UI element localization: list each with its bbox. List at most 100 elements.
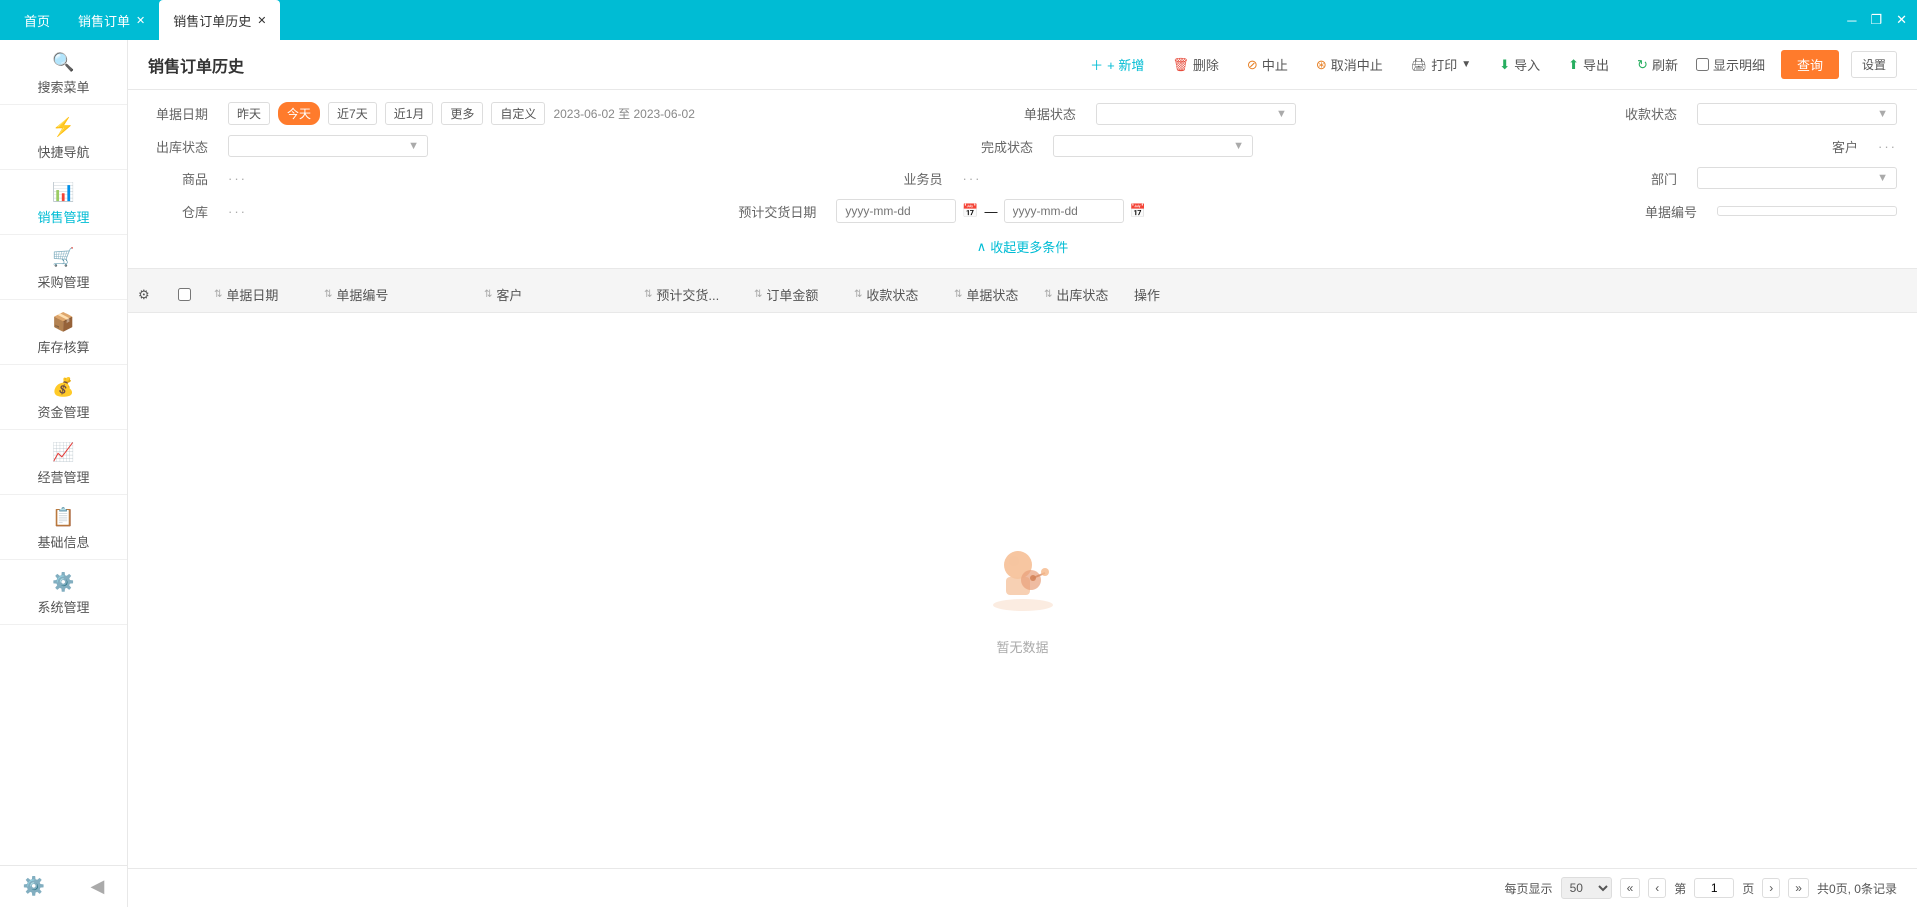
page-size-label: 每页显示 [1505,880,1553,897]
sidebar-item-inventory[interactable]: 📦 库存核算 [0,300,127,365]
print-button[interactable]: 🖨 打印 ▼ [1401,50,1481,79]
calendar-from-icon[interactable]: 📅 [962,203,978,219]
stock-out-select[interactable]: ▼ [228,135,428,157]
cancel-stop-button[interactable]: ⊛ 取消中止 [1306,50,1393,79]
payment-status-select[interactable]: ▼ [1697,103,1897,125]
sort-icon-order-no: ⇅ [324,289,332,300]
delivery-date-from[interactable] [836,199,956,223]
customer-dots[interactable]: ··· [1878,139,1897,154]
query-button[interactable]: 查询 [1781,50,1839,79]
select-all-checkbox[interactable] [178,288,191,301]
close-tab-sales-order[interactable]: ✕ [136,14,145,27]
sidebar-item-quick-nav[interactable]: ⚡ 快捷导航 [0,105,127,170]
order-status-select[interactable]: ▼ [1096,103,1296,125]
th-op: 操作 [1134,285,1907,304]
empty-text: 暂无数据 [996,637,1048,656]
sidebar-item-system[interactable]: ⚙️ 系统管理 [0,560,127,625]
empty-illustration [973,525,1073,625]
purchase-icon: 🛒 [52,247,74,268]
date-btn-more[interactable]: 更多 [441,102,483,125]
th-stock[interactable]: ⇅ 出库状态 [1044,285,1134,304]
th-settings[interactable]: ⚙ [138,287,178,303]
close-tab-sales-history[interactable]: ✕ [257,14,266,27]
restore-icon[interactable]: ❐ [1870,12,1882,28]
th-check[interactable] [178,288,214,301]
export-icon: ⬆ [1568,57,1579,73]
delete-icon: 🗑 [1172,57,1189,73]
tab-sales-history[interactable]: 销售订单历史 ✕ [159,0,280,40]
quick-nav-icon: ⚡ [52,117,74,138]
bottom-collapse-icon[interactable]: ◀ [90,876,104,897]
collapse-label: 收起更多条件 [990,237,1068,256]
tab-sales-order[interactable]: 销售订单 ✕ [64,0,159,40]
date-btn-yesterday[interactable]: 昨天 [228,102,270,125]
warehouse-label: 仓库 [148,202,208,221]
page-size-select[interactable]: 20 50 100 [1561,877,1612,899]
th-delivery[interactable]: ⇅ 预计交货... [644,285,754,304]
prev-page-button[interactable]: ‹ [1648,878,1666,898]
stop-button[interactable]: ⊘ 中止 [1237,50,1298,79]
date-btn-1month[interactable]: 近1月 [385,102,434,125]
new-button[interactable]: ＋ + 新增 [1080,50,1154,79]
sidebar-item-finance[interactable]: 💰 资金管理 [0,365,127,430]
sidebar-item-sales[interactable]: 📊 销售管理 [0,170,127,235]
date-btn-7days[interactable]: 近7天 [328,102,377,125]
filter-row-1: 单据日期 昨天 今天 近7天 近1月 更多 自定义 2023-06-02 至 2… [148,102,1897,125]
collapse-row[interactable]: ∧ 收起更多条件 [148,233,1897,256]
refresh-button[interactable]: ↻ 刷新 [1627,50,1688,79]
delivery-date-to[interactable] [1004,199,1124,223]
filter-row-2: 出库状态 ▼ 完成状态 ▼ 客户 ··· [148,135,1897,157]
department-select[interactable]: ▼ [1697,167,1897,189]
sidebar-item-basic-info[interactable]: 📋 基础信息 [0,495,127,560]
total-info: 共0页, 0条记录 [1817,880,1897,897]
pagination-bar: 每页显示 20 50 100 « ‹ 第 页 › » 共0页, 0条记录 [128,868,1917,907]
delete-button[interactable]: 🗑 删除 [1162,50,1229,79]
settings-button[interactable]: 设置 [1851,51,1897,78]
sidebar: 🔍 搜索菜单 ⚡ 快捷导航 📊 销售管理 🛒 采购管理 📦 库存核算 💰 资金管… [0,40,128,907]
sidebar-bottom: ⚙️ ◀ [0,865,127,907]
refresh-icon: ↻ [1637,57,1648,73]
th-amount[interactable]: ⇅ 订单金额 [754,285,854,304]
export-button[interactable]: ⬆ 导出 [1558,50,1619,79]
table-header: ⚙ ⇅ 单据日期 ⇅ 单据编号 ⇅ 客户 ⇅ [128,277,1917,313]
th-payment[interactable]: ⇅ 收款状态 [854,285,954,304]
import-button[interactable]: ⬇ 导入 [1489,50,1550,79]
payment-status-label: 收款状态 [1617,104,1677,123]
last-page-button[interactable]: » [1788,878,1809,898]
close-icon[interactable]: ✕ [1896,12,1907,28]
order-no-input[interactable] [1717,206,1897,216]
bottom-settings-icon[interactable]: ⚙️ [23,876,45,897]
tab-home[interactable]: 首页 [10,0,64,40]
search-icon: 🔍 [52,52,74,73]
next-page-button[interactable]: › [1762,878,1780,898]
complete-status-label: 完成状态 [973,137,1033,156]
th-date[interactable]: ⇅ 单据日期 [214,285,324,304]
stock-out-dropdown-icon: ▼ [408,140,419,152]
minimize-icon[interactable]: ─ [1847,13,1856,28]
sidebar-item-search[interactable]: 🔍 搜索菜单 [0,40,127,105]
sort-icon-stock: ⇅ [1044,289,1052,300]
goods-label: 商品 [148,169,208,188]
th-status[interactable]: ⇅ 单据状态 [954,285,1044,304]
calendar-to-icon[interactable]: 📅 [1130,203,1146,219]
date-btn-today[interactable]: 今天 [278,102,320,125]
main-layout: 🔍 搜索菜单 ⚡ 快捷导航 📊 销售管理 🛒 采购管理 📦 库存核算 💰 资金管… [0,40,1917,907]
th-customer[interactable]: ⇅ 客户 [484,285,644,304]
window-controls: ─ ❐ ✕ [1847,12,1907,28]
show-detail-checkbox[interactable] [1696,58,1709,71]
sidebar-item-purchase[interactable]: 🛒 采购管理 [0,235,127,300]
show-detail-checkbox-wrap[interactable]: 显示明细 [1696,55,1765,74]
current-page-input[interactable] [1694,878,1734,898]
filter-row-4: 仓库 ··· 预计交货日期 📅 — 📅 单据编号 [148,199,1897,223]
th-order-no[interactable]: ⇅ 单据编号 [324,285,484,304]
sidebar-item-operations[interactable]: 📈 经营管理 [0,430,127,495]
department-label: 部门 [1617,169,1677,188]
content-area: 销售订单历史 ＋ + 新增 🗑 删除 ⊘ 中止 ⊛ 取消中止 🖨 打印 ▼ [128,40,1917,907]
first-page-button[interactable]: « [1620,878,1641,898]
salesperson-dots[interactable]: ··· [963,171,982,186]
goods-dots[interactable]: ··· [228,171,247,186]
complete-status-select[interactable]: ▼ [1053,135,1253,157]
warehouse-dots[interactable]: ··· [228,204,247,219]
date-btn-custom[interactable]: 自定义 [491,102,545,125]
collapse-up-icon: ∧ [977,239,987,255]
